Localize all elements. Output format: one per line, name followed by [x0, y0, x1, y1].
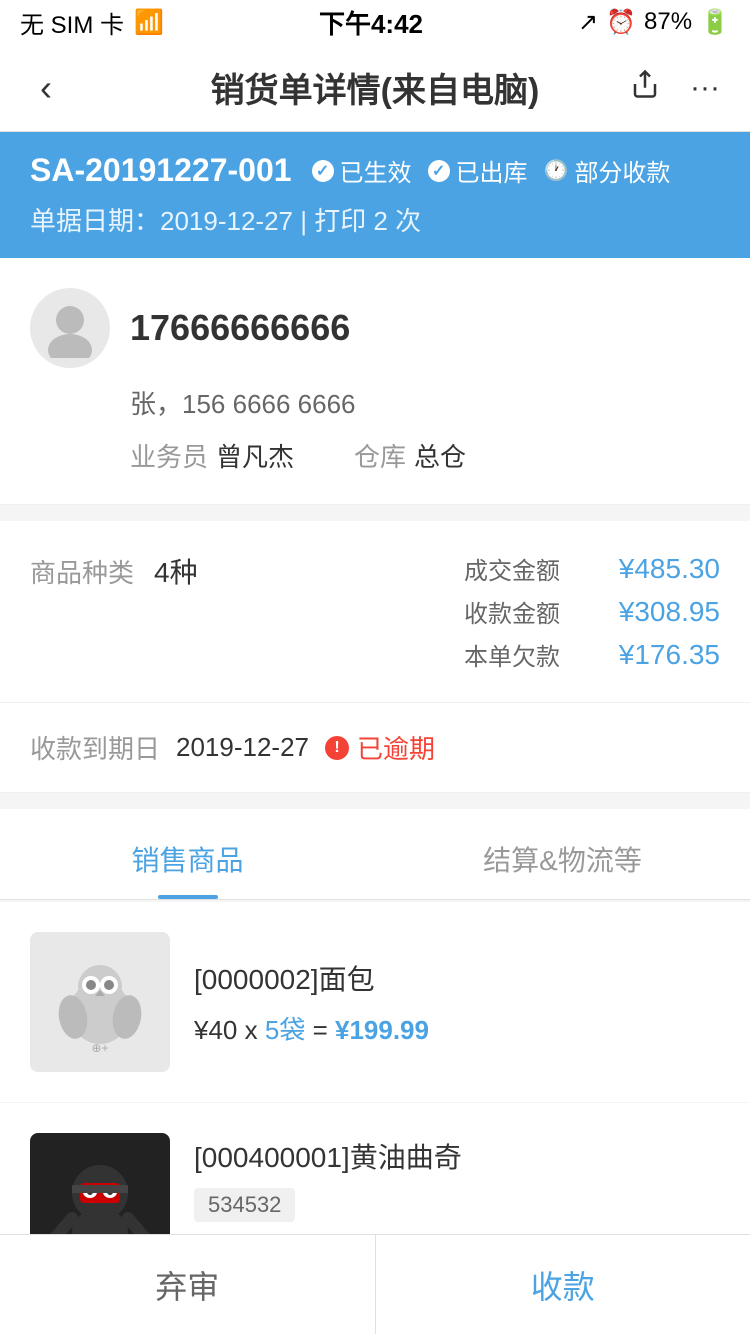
product-name-1: [0000002]面包 — [194, 958, 720, 998]
product-price-1: ¥40 — [194, 1015, 237, 1045]
overdue-icon: ! — [325, 736, 349, 760]
wifi-icon: 📶 — [134, 8, 164, 37]
overdue-badge: ! 已逾期 — [325, 729, 435, 766]
summary-right: 成交金额 ¥485.30 收款金额 ¥308.95 本单欠款 ¥176.35 — [464, 551, 720, 672]
owe-amount: ¥176.35 — [580, 639, 720, 671]
clock-icon: 🕐 — [544, 158, 569, 183]
tabs: 销售商品 结算&物流等 — [0, 809, 750, 900]
status-left: 无 SIM 卡 📶 — [20, 5, 164, 40]
order-date: 单据日期：2019-12-27 | 打印 2 次 — [30, 201, 720, 238]
tab-sales-products[interactable]: 销售商品 — [0, 809, 375, 899]
collect-button[interactable]: 收款 — [376, 1235, 750, 1334]
carrier-label: 无 SIM 卡 — [20, 5, 124, 40]
product-price-row-1: ¥40 x 5袋 = ¥199.99 — [194, 1010, 720, 1047]
product-total-1: ¥199.99 — [335, 1015, 429, 1045]
back-button[interactable]: ‹ — [30, 57, 62, 119]
customer-phone: 17666666666 — [130, 307, 350, 349]
status-time: 下午4:42 — [319, 4, 423, 41]
order-header-top: SA-20191227-001 ✓ 已生效 ✓ 已出库 🕐 部分收款 — [30, 152, 720, 189]
status-badge-partial: 🕐 部分收款 — [544, 153, 671, 188]
order-header: SA-20191227-001 ✓ 已生效 ✓ 已出库 🕐 部分收款 单据日期：… — [0, 132, 750, 258]
customer-name: 张，156 6666 6666 — [130, 384, 720, 421]
avatar — [30, 288, 110, 368]
customer-meta: 业务员 曾凡杰 仓库 总仓 — [130, 437, 720, 474]
customer-section: 17666666666 张，156 6666 6666 业务员 曾凡杰 仓库 总… — [0, 258, 750, 505]
alarm-icon: ⏰ — [606, 8, 636, 37]
nav-bar: ‹ 销货单详情(来自电脑) ··· — [0, 44, 750, 132]
product-sku-2: 534532 — [194, 1188, 295, 1222]
owe-label: 本单欠款 — [464, 637, 560, 672]
cancel-label: 弃审 — [155, 1262, 219, 1308]
checkmark-icon: ✓ — [312, 160, 334, 182]
more-button[interactable]: ··· — [690, 71, 720, 105]
tabs-section: 销售商品 结算&物流等 — [0, 793, 750, 1304]
list-item: ⊕+ [0000002]面包 ¥40 x 5袋 = ¥199.99 — [0, 902, 750, 1103]
status-badges: ✓ 已生效 ✓ 已出库 🕐 部分收款 — [312, 153, 671, 188]
status-badge-shipped: ✓ 已出库 — [428, 153, 528, 188]
due-section: 收款到期日 2019-12-27 ! 已逾期 — [0, 703, 750, 793]
tab-settlement-label: 结算&物流等 — [483, 845, 642, 876]
bottom-bar: 弃审 收款 — [0, 1234, 750, 1334]
overdue-text: 已逾期 — [357, 729, 435, 766]
warehouse-label: 仓库 — [354, 437, 406, 474]
customer-top: 17666666666 — [30, 288, 720, 368]
product-name-2: [000400001]黄油曲奇 — [194, 1136, 720, 1176]
product-qty-1: 5袋 — [265, 1015, 305, 1045]
deal-amount-row: 成交金额 ¥485.30 — [464, 551, 720, 586]
product-info-1: [0000002]面包 ¥40 x 5袋 = ¥199.99 — [194, 958, 720, 1047]
collect-amount: ¥308.95 — [580, 596, 720, 628]
salesperson-value: 曾凡杰 — [216, 437, 294, 474]
types-label: 商品种类 — [30, 553, 134, 590]
collect-label: 收款 — [531, 1262, 595, 1308]
nav-actions: ··· — [630, 69, 720, 107]
deal-amount: ¥485.30 — [580, 553, 720, 585]
due-date: 2019-12-27 — [176, 732, 309, 763]
tab-sales-label: 销售商品 — [131, 845, 243, 876]
due-label: 收款到期日 — [30, 729, 160, 766]
salesperson-label: 业务员 — [130, 437, 208, 474]
status-right: ↗ ⏰ 87% 🔋 — [578, 8, 730, 37]
page-title: 销货单详情(来自电脑) — [211, 63, 540, 112]
warehouse-value: 总仓 — [414, 437, 466, 474]
deal-label: 成交金额 — [464, 551, 560, 586]
tab-settlement[interactable]: 结算&物流等 — [375, 809, 750, 899]
summary-section: 商品种类 4种 成交金额 ¥485.30 收款金额 ¥308.95 本单欠款 ¥… — [0, 521, 750, 703]
status-badge-effective: ✓ 已生效 — [312, 153, 412, 188]
battery-icon: 🔋 — [700, 8, 730, 37]
tab-active-indicator — [158, 895, 218, 899]
order-id: SA-20191227-001 — [30, 152, 292, 189]
owe-amount-row: 本单欠款 ¥176.35 — [464, 637, 720, 672]
cancel-button[interactable]: 弃审 — [0, 1235, 376, 1334]
location-icon: ↗ — [578, 8, 598, 37]
collect-label: 收款金额 — [464, 594, 560, 629]
collect-amount-row: 收款金额 ¥308.95 — [464, 594, 720, 629]
types-count: 4种 — [154, 551, 198, 591]
share-button[interactable] — [630, 69, 660, 107]
product-image-1: ⊕+ — [30, 932, 170, 1072]
owl-icon: ⊕+ — [30, 932, 170, 1072]
status-bar: 无 SIM 卡 📶 下午4:42 ↗ ⏰ 87% 🔋 — [0, 0, 750, 44]
checkmark-icon-2: ✓ — [428, 160, 450, 182]
summary-left: 商品种类 4种 — [30, 551, 198, 591]
svg-text:⊕+: ⊕+ — [91, 1041, 108, 1052]
battery-label: 87% — [644, 8, 692, 36]
